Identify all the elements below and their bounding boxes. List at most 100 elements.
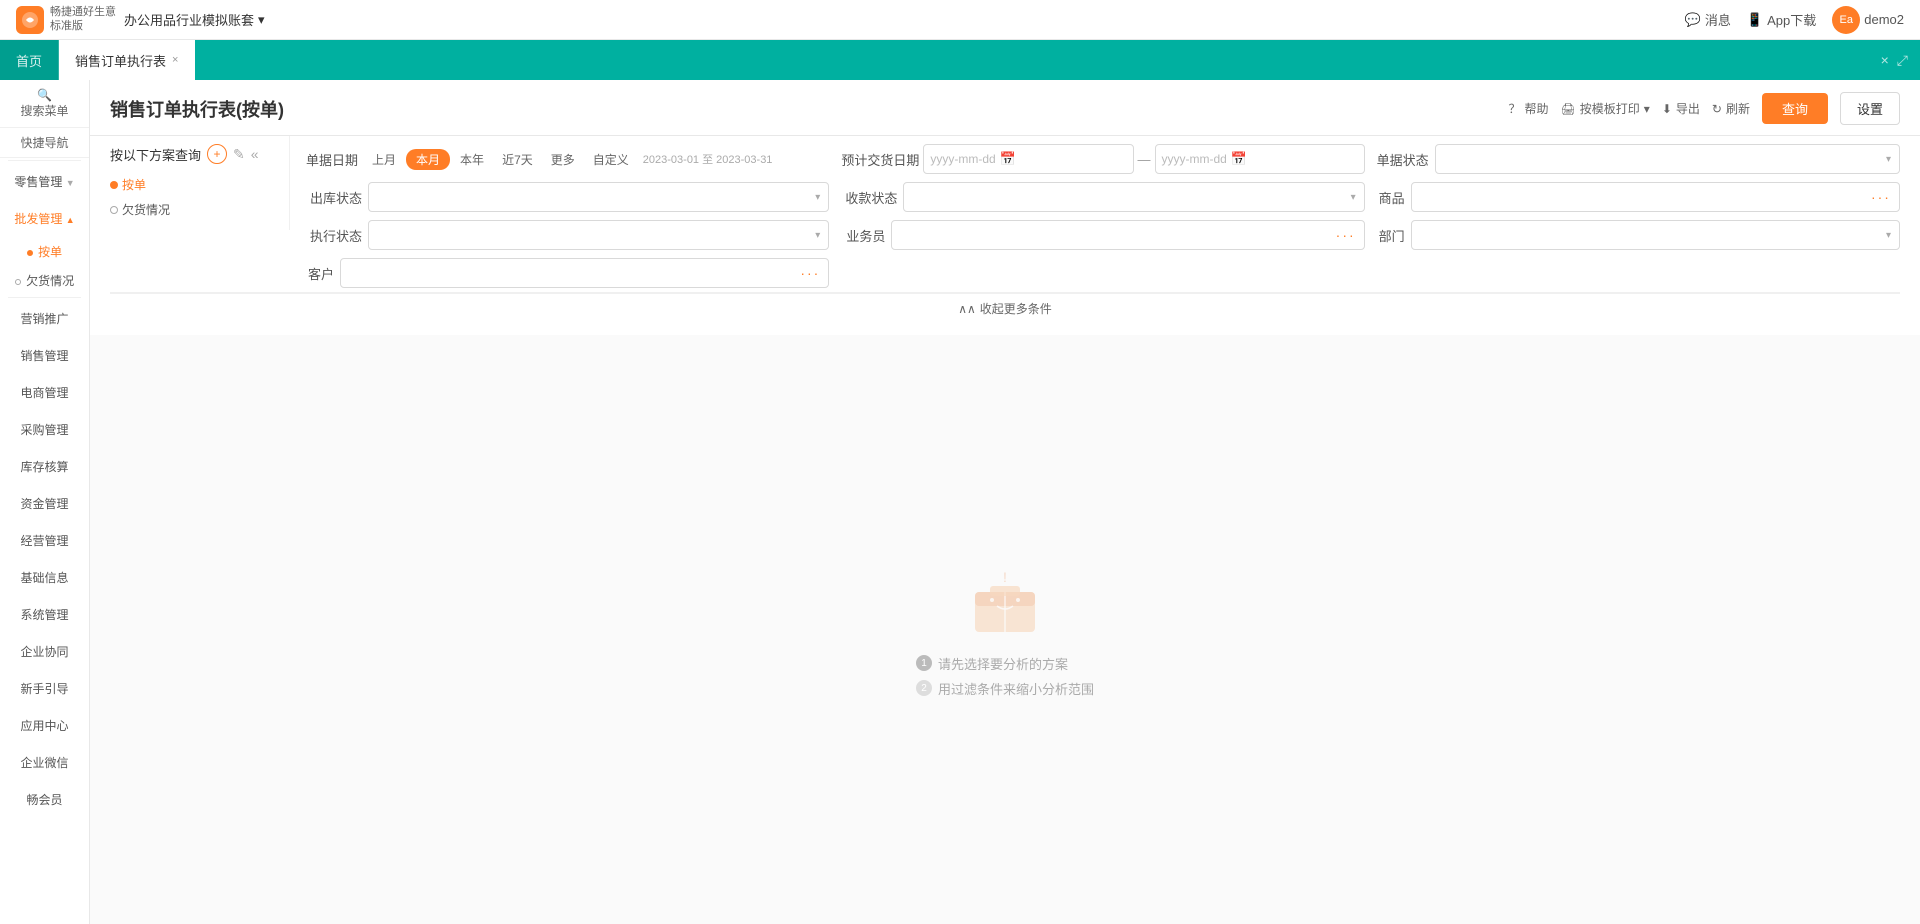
sidebar-item-purchase[interactable]: 采购管理	[0, 411, 89, 448]
filter-cell-customer: 客户 ···	[306, 258, 829, 288]
chevron-icon: ▼	[66, 178, 75, 188]
sidebar-item-basic[interactable]: 基础信息	[0, 559, 89, 596]
top-bar-right: 💬 消息 📱 App下载 Ea demo2	[1685, 6, 1904, 34]
step1-num: 1	[916, 655, 932, 671]
submenu-item-按单[interactable]: 按单	[0, 237, 89, 266]
salesperson-more-icon: ···	[1336, 227, 1356, 243]
empty-state: ! 1 请先选择要分析的方案 2 用过滤条件来缩小分析范围	[916, 562, 1094, 698]
date-tab-last-month[interactable]: 上月	[364, 149, 404, 170]
payment-dropdown-icon: ▾	[1351, 192, 1356, 203]
filter-row-3: 执行状态 ▾ 业务员 ···	[306, 220, 1900, 250]
edit-scheme-icon[interactable]: ✎	[233, 146, 245, 163]
calendar-start-icon[interactable]: 📅	[1000, 151, 1016, 167]
message-button[interactable]: 💬 消息	[1685, 10, 1731, 29]
sidebar-item-enterprise[interactable]: 企业协同	[0, 633, 89, 670]
user-menu[interactable]: Ea demo2	[1832, 6, 1904, 34]
submenu-item-欠货情况[interactable]: 欠货情况	[0, 266, 89, 295]
sidebar-item-marketing[interactable]: 营销推广	[0, 300, 89, 337]
sidebar-shortcut[interactable]: 快捷导航	[0, 128, 89, 158]
tab-sales-table[interactable]: 销售订单执行表 ×	[59, 40, 195, 80]
date-tab-this-month[interactable]: 本月	[406, 149, 450, 170]
expected-date-end[interactable]: yyyy-mm-dd 📅	[1155, 144, 1365, 174]
dept-dropdown-icon: ▾	[1886, 230, 1891, 241]
app-download-button[interactable]: 📱 App下载	[1747, 10, 1816, 29]
sidebar-item-ecommerce[interactable]: 电商管理	[0, 374, 89, 411]
tab-close-icon[interactable]: ×	[172, 54, 178, 66]
outbound-label: 出库状态	[306, 188, 362, 207]
chevron-up-icon: ∧∧	[958, 302, 976, 316]
refresh-icon: ↻	[1712, 102, 1722, 116]
payment-label: 收款状态	[841, 188, 897, 207]
scheme-label: 按以下方案查询	[110, 145, 201, 164]
date-tab-custom[interactable]: 自定义	[585, 149, 637, 170]
calendar-end-icon[interactable]: 📅	[1231, 151, 1247, 167]
svg-text:!: !	[1003, 569, 1007, 585]
sidebar-item-operations[interactable]: 经营管理	[0, 522, 89, 559]
product-more-icon: ···	[1871, 189, 1891, 205]
scheme-item-欠货情况[interactable]: 欠货情况	[110, 197, 277, 222]
sidebar-item-appstore[interactable]: 应用中心	[0, 707, 89, 744]
customer-input[interactable]: ···	[340, 258, 829, 288]
add-scheme-button[interactable]: +	[207, 144, 227, 164]
query-button[interactable]: 查询	[1762, 93, 1828, 124]
date-tab-group: 上月 本月 本年 近7天 更多 自定义	[364, 149, 637, 170]
print-dropdown-icon: ▾	[1644, 102, 1650, 116]
payment-select[interactable]: ▾	[903, 182, 1364, 212]
filter-row-2: 出库状态 ▾ 收款状态 ▾	[306, 182, 1900, 212]
sidebar-item-wholesale[interactable]: 批发管理 ▲	[0, 200, 89, 237]
expected-date-start[interactable]: yyyy-mm-dd 📅	[923, 144, 1133, 174]
sidebar-item-newbie[interactable]: 新手引导	[0, 670, 89, 707]
exec-select[interactable]: ▾	[368, 220, 829, 250]
sidebar-search[interactable]: 🔍 搜索菜单	[0, 80, 89, 128]
sidebar-item-member[interactable]: 畅会员	[0, 781, 89, 818]
settings-button[interactable]: 设置	[1840, 92, 1900, 125]
date-label: 单据日期	[306, 150, 358, 169]
filter-cell-exec: 执行状态 ▾	[306, 220, 829, 250]
sidebar-item-inventory[interactable]: 库存核算	[0, 448, 89, 485]
scheme-panel: 按以下方案查询 + ✎ « 按单 欠货情况	[110, 136, 290, 230]
sidebar-item-retail[interactable]: 零售管理 ▼	[0, 163, 89, 200]
export-button[interactable]: ⬇ 导出	[1662, 100, 1700, 117]
date-range-text: 2023-03-01 至 2023-03-31	[643, 151, 773, 167]
filter-cell-salesperson: 业务员 ···	[841, 220, 1364, 250]
empty-step-1: 1 请先选择要分析的方案	[916, 654, 1094, 673]
main-layout: 🔍 搜索菜单 快捷导航 零售管理 ▼ 批发管理 ▲ 按单 欠货情况	[0, 80, 1920, 924]
status-select[interactable]: ▾	[1435, 144, 1900, 174]
filter-cell-product: 商品 ···	[1377, 182, 1900, 212]
empty-step-2: 2 用过滤条件来缩小分析范围	[916, 679, 1094, 698]
sidebar-item-wechat[interactable]: 企业微信	[0, 744, 89, 781]
sidebar: 🔍 搜索菜单 快捷导航 零售管理 ▼ 批发管理 ▲ 按单 欠货情况	[0, 80, 90, 924]
sidebar-item-sales[interactable]: 销售管理	[0, 337, 89, 374]
expand-window-icon[interactable]: ⤢	[1897, 52, 1908, 69]
customer-label: 客户	[306, 264, 334, 283]
date-tab-7days[interactable]: 近7天	[494, 149, 541, 170]
refresh-button[interactable]: ↻ 刷新	[1712, 100, 1750, 117]
help-button[interactable]: ？ 帮助	[1509, 100, 1549, 117]
status-label: 单据状态	[1377, 150, 1429, 169]
dept-select[interactable]: ▾	[1411, 220, 1900, 250]
print-button[interactable]: 🖨 按模板打印 ▾	[1561, 100, 1650, 117]
tab-home[interactable]: 首页	[0, 40, 59, 80]
active-scheme-dot	[110, 181, 118, 189]
empty-illustration: !	[955, 562, 1055, 642]
help-icon: ？	[1509, 100, 1521, 117]
product-input[interactable]: ···	[1411, 182, 1900, 212]
app-selector[interactable]: 办公用品行业模拟账套 ▾	[124, 10, 265, 29]
date-tab-more[interactable]: 更多	[543, 149, 583, 170]
content-area: 销售订单执行表(按单) ？ 帮助 🖨 按模板打印 ▾ ⬇ 导出	[90, 80, 1920, 924]
scheme-item-按单[interactable]: 按单	[110, 172, 277, 197]
collapse-scheme-icon[interactable]: «	[251, 146, 259, 162]
filter-cell-expected-date: 预计交货日期 yyyy-mm-dd 📅 — yyyy-mm-dd 📅	[841, 144, 1364, 174]
sidebar-item-system[interactable]: 系统管理	[0, 596, 89, 633]
expected-date-label: 预计交货日期	[841, 150, 919, 169]
empty-text: 1 请先选择要分析的方案 2 用过滤条件来缩小分析范围	[916, 654, 1094, 698]
outbound-select[interactable]: ▾	[368, 182, 829, 212]
date-tab-this-year[interactable]: 本年	[452, 149, 492, 170]
close-window-icon[interactable]: ×	[1881, 52, 1889, 69]
collapse-bar[interactable]: ∧∧ 收起更多条件	[110, 293, 1900, 323]
chevron-down-icon: ▾	[258, 12, 265, 28]
sidebar-item-finance[interactable]: 资金管理	[0, 485, 89, 522]
salesperson-input[interactable]: ···	[891, 220, 1364, 250]
page-title: 销售订单执行表(按单)	[110, 96, 284, 122]
scheme-item-label: 按单	[122, 176, 146, 193]
